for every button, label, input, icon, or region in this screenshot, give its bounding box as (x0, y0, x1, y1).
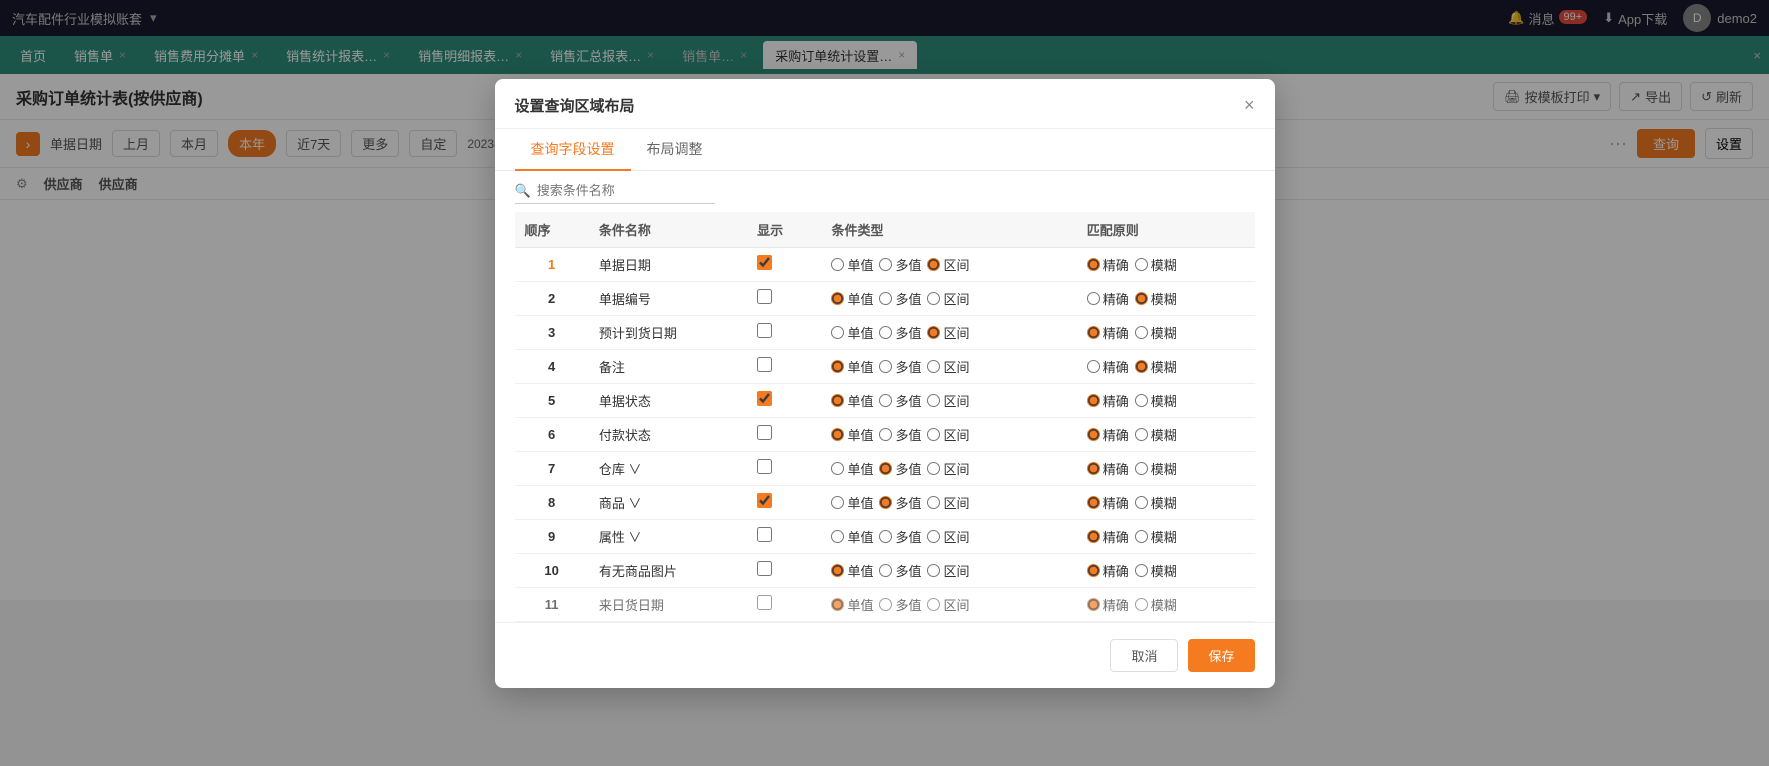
row-index: 10 (515, 553, 589, 587)
row-match: 精确 模糊 (1077, 451, 1255, 485)
table-row: 4 备注 单值 多值 区间 精确 (515, 349, 1255, 383)
dialog-title: 设置查询区域布局 (515, 95, 635, 116)
table-row: 2 单据编号 单值 多值 区间 精确 (515, 281, 1255, 315)
row-type: 单值 多值 区间 (821, 315, 1076, 349)
row-name: 付款状态 (589, 417, 747, 451)
row-type: 单值 多值 区间 (821, 485, 1076, 519)
type-single[interactable]: 单值 (831, 255, 873, 274)
row-display[interactable] (747, 281, 821, 315)
dialog-header: 设置查询区域布局 × (495, 79, 1275, 129)
th-order: 顺序 (515, 212, 589, 248)
row-index: 2 (515, 281, 589, 315)
row-index: 4 (515, 349, 589, 383)
row-type: 单值 多值 区间 (821, 383, 1076, 417)
row-index: 7 (515, 451, 589, 485)
row-index: 5 (515, 383, 589, 417)
row-match: 精确 模糊 (1077, 281, 1255, 315)
row-index: 11 (515, 587, 589, 621)
row-match: 精确 模糊 (1077, 349, 1255, 383)
row-display[interactable] (747, 315, 821, 349)
row-match: 精确 模糊 (1077, 485, 1255, 519)
config-table: 顺序 条件名称 显示 条件类型 匹配原则 1 单据日期 (515, 212, 1255, 622)
row-match: 精确 模糊 (1077, 383, 1255, 417)
table-row: 7 仓库 ∨ 单值 多值 区间 精确 (515, 451, 1255, 485)
table-row: 10 有无商品图片 单值 多值 区间 精确 (515, 553, 1255, 587)
table-row: 11 来日货日期 单值 多值 区间 精确 (515, 587, 1255, 621)
th-display: 显示 (747, 212, 821, 248)
row-match: 精确 模糊 (1077, 315, 1255, 349)
search-box: 🔍 (515, 183, 715, 204)
row-display[interactable] (747, 349, 821, 383)
row-type: 单值 多值 区间 (821, 247, 1076, 281)
dialog-footer: 取消 保存 (495, 622, 1275, 688)
row-type: 单值 多值 区间 (821, 451, 1076, 485)
row-display[interactable] (747, 485, 821, 519)
search-input[interactable] (537, 183, 715, 198)
tab-query-fields[interactable]: 查询字段设置 (515, 129, 631, 171)
table-row: 6 付款状态 单值 多值 区间 精确 (515, 417, 1255, 451)
modal-overlay: 设置查询区域布局 × 查询字段设置 布局调整 🔍 顺序 条件名称 (0, 0, 1769, 766)
save-button[interactable]: 保存 (1188, 639, 1254, 672)
row-type: 单值 多值 区间 (821, 417, 1076, 451)
th-type: 条件类型 (821, 212, 1076, 248)
tab-query-fields-label: 查询字段设置 (531, 141, 615, 157)
th-match: 匹配原则 (1077, 212, 1255, 248)
row-display[interactable] (747, 519, 821, 553)
row-name: 单据状态 (589, 383, 747, 417)
table-row: 1 单据日期 单值 多值 区间 精确 (515, 247, 1255, 281)
row-type: 单值 多值 区间 (821, 519, 1076, 553)
row-type: 单值 多值 区间 (821, 587, 1076, 621)
row-name: 单据编号 (589, 281, 747, 315)
match-exact[interactable]: 精确 (1087, 255, 1129, 274)
row-match: 精确 模糊 (1077, 417, 1255, 451)
row-index: 8 (515, 485, 589, 519)
row-index: 9 (515, 519, 589, 553)
row-type: 单值 多值 区间 (821, 281, 1076, 315)
row-type: 单值 多值 区间 (821, 349, 1076, 383)
cancel-button[interactable]: 取消 (1110, 639, 1178, 672)
search-icon: 🔍 (515, 183, 531, 199)
row-name: 属性 ∨ (589, 519, 747, 553)
table-row: 9 属性 ∨ 单值 多值 区间 精确 (515, 519, 1255, 553)
dialog: 设置查询区域布局 × 查询字段设置 布局调整 🔍 顺序 条件名称 (495, 79, 1275, 688)
tab-layout-label: 布局调整 (647, 141, 703, 157)
table-row: 3 预计到货日期 单值 多值 区间 精确 (515, 315, 1255, 349)
type-multi[interactable]: 多值 (879, 255, 921, 274)
table-row: 8 商品 ∨ 单值 多值 区间 精确 (515, 485, 1255, 519)
row-index: 1 (515, 247, 589, 281)
dialog-tabs: 查询字段设置 布局调整 (495, 129, 1275, 171)
row-name: 商品 ∨ (589, 485, 747, 519)
dialog-close-button[interactable]: × (1244, 96, 1255, 114)
row-name: 预计到货日期 (589, 315, 747, 349)
row-index: 3 (515, 315, 589, 349)
row-display[interactable] (747, 383, 821, 417)
row-name: 有无商品图片 (589, 553, 747, 587)
row-match: 精确 模糊 (1077, 553, 1255, 587)
row-name: 来日货日期 (589, 587, 747, 621)
row-display[interactable] (747, 451, 821, 485)
tab-layout[interactable]: 布局调整 (631, 129, 719, 171)
row-index: 6 (515, 417, 589, 451)
row-match: 精确 模糊 (1077, 247, 1255, 281)
row-type: 单值 多值 区间 (821, 553, 1076, 587)
row-display[interactable] (747, 587, 821, 621)
type-range[interactable]: 区间 (927, 255, 969, 274)
row-display[interactable] (747, 417, 821, 451)
table-row: 5 单据状态 单值 多值 区间 精确 (515, 383, 1255, 417)
th-name: 条件名称 (589, 212, 747, 248)
row-display[interactable] (747, 247, 821, 281)
row-match: 精确 模糊 (1077, 519, 1255, 553)
match-fuzzy[interactable]: 模糊 (1135, 255, 1177, 274)
row-name: 备注 (589, 349, 747, 383)
row-match: 精确 模糊 (1077, 587, 1255, 621)
row-name: 单据日期 (589, 247, 747, 281)
row-name: 仓库 ∨ (589, 451, 747, 485)
row-display[interactable] (747, 553, 821, 587)
